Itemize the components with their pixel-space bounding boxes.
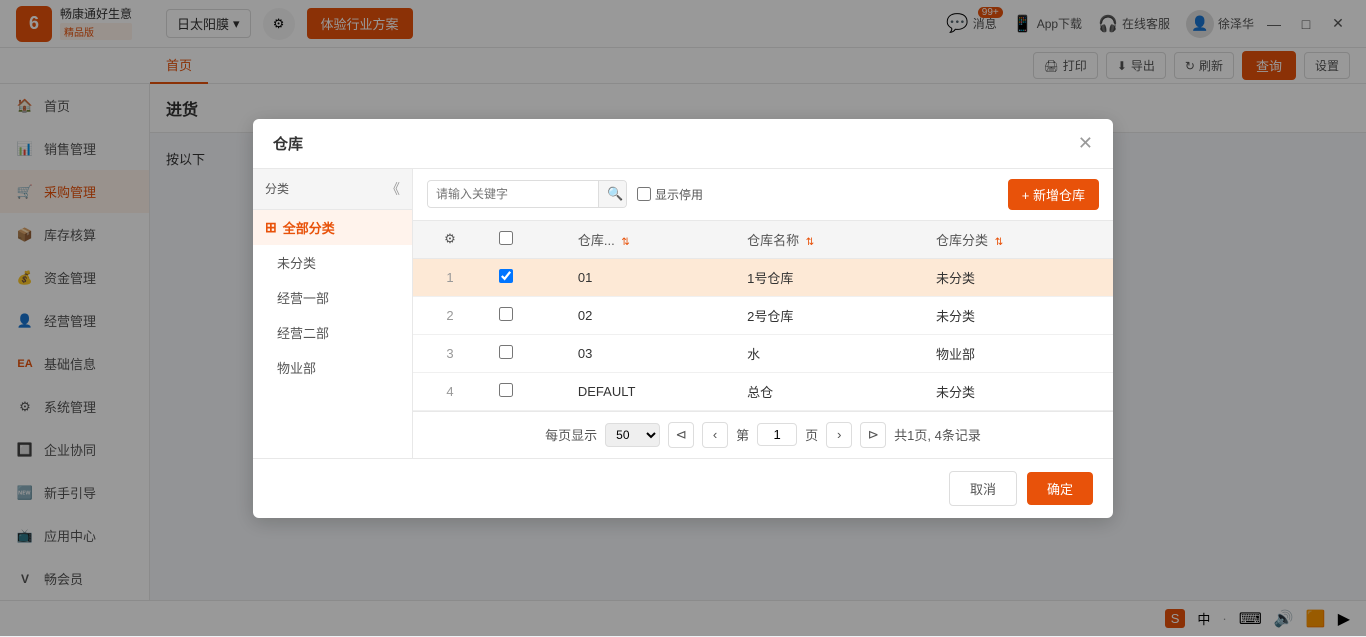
th-name: 仓库名称 ⇅ bbox=[735, 221, 924, 259]
table-header-row: ⚙ 仓库... ⇅ 仓库名称 ⇅ bbox=[413, 221, 1113, 259]
grid-icon: ⊞ bbox=[265, 219, 277, 236]
table-toolbar: 🔍 显示停用 + 新增仓库 bbox=[413, 169, 1113, 221]
row-num: 4 bbox=[413, 372, 487, 410]
row-num: 1 bbox=[413, 258, 487, 296]
select-all-checkbox[interactable] bbox=[499, 231, 513, 245]
category-item-property[interactable]: 物业部 bbox=[253, 350, 412, 385]
category-item-ops2[interactable]: 经营二部 bbox=[253, 315, 412, 350]
th-code: 仓库... ⇅ bbox=[566, 221, 735, 259]
pagination: 每页显示 50 100 200 ⊲ ‹ 第 页 › ⊳ 共1页, 4条记录 bbox=[413, 411, 1113, 458]
row-checkbox-cell bbox=[487, 296, 566, 334]
row-category: 未分类 bbox=[924, 372, 1113, 410]
warehouse-table: ⚙ 仓库... ⇅ 仓库名称 ⇅ bbox=[413, 221, 1113, 411]
row-code: 03 bbox=[566, 334, 735, 372]
page-number-input[interactable] bbox=[757, 423, 797, 446]
table-row[interactable]: 3 03 水 物业部 bbox=[413, 334, 1113, 372]
table-area: 🔍 显示停用 + 新增仓库 ⚙ bbox=[413, 169, 1113, 458]
show-disabled-option: 显示停用 bbox=[637, 186, 703, 203]
row-name: 总仓 bbox=[735, 372, 924, 410]
th-category: 仓库分类 ⇅ bbox=[924, 221, 1113, 259]
collapse-button[interactable]: 《 bbox=[386, 179, 400, 199]
row-checkbox[interactable] bbox=[499, 269, 513, 283]
row-checkbox-cell bbox=[487, 372, 566, 410]
category-item-ops1[interactable]: 经营一部 bbox=[253, 280, 412, 315]
th-settings: ⚙ bbox=[413, 221, 487, 259]
modal-header: 仓库 ✕ bbox=[253, 119, 1113, 169]
show-disabled-checkbox[interactable] bbox=[637, 187, 651, 201]
per-page-select[interactable]: 50 100 200 bbox=[605, 423, 660, 447]
add-warehouse-button[interactable]: + 新增仓库 bbox=[1008, 179, 1099, 210]
sort-code-icon: ⇅ bbox=[621, 237, 629, 248]
modal-body: 分类 《 ⊞ 全部分类 未分类 经营一部 经营二部 物业部 bbox=[253, 169, 1113, 458]
row-num: 2 bbox=[413, 296, 487, 334]
last-page-button[interactable]: ⊳ bbox=[860, 422, 886, 448]
table-row[interactable]: 2 02 2号仓库 未分类 bbox=[413, 296, 1113, 334]
row-name: 1号仓库 bbox=[735, 258, 924, 296]
row-name: 水 bbox=[735, 334, 924, 372]
category-header: 分类 《 bbox=[253, 169, 412, 210]
prev-page-button[interactable]: ‹ bbox=[702, 422, 728, 448]
row-checkbox[interactable] bbox=[499, 345, 513, 359]
cancel-button[interactable]: 取消 bbox=[949, 471, 1017, 506]
modal-title: 仓库 bbox=[273, 133, 303, 154]
row-code: 01 bbox=[566, 258, 735, 296]
row-category: 物业部 bbox=[924, 334, 1113, 372]
modal-close-button[interactable]: ✕ bbox=[1078, 133, 1093, 154]
search-icon[interactable]: 🔍 bbox=[598, 181, 627, 207]
row-name: 2号仓库 bbox=[735, 296, 924, 334]
table-body: 1 01 1号仓库 未分类 2 02 2号仓库 bbox=[413, 258, 1113, 410]
warehouse-modal: 仓库 ✕ 分类 《 ⊞ 全部分类 未分类 经营一部 bbox=[253, 119, 1113, 518]
sort-name-icon: ⇅ bbox=[806, 237, 814, 248]
first-page-button[interactable]: ⊲ bbox=[668, 422, 694, 448]
row-checkbox-cell bbox=[487, 334, 566, 372]
row-checkbox[interactable] bbox=[499, 383, 513, 397]
row-code: 02 bbox=[566, 296, 735, 334]
category-item-unclassified[interactable]: 未分类 bbox=[253, 245, 412, 280]
row-category: 未分类 bbox=[924, 258, 1113, 296]
next-page-button[interactable]: › bbox=[826, 422, 852, 448]
data-table: ⚙ 仓库... ⇅ 仓库名称 ⇅ bbox=[413, 221, 1113, 411]
table-row[interactable]: 4 DEFAULT 总仓 未分类 bbox=[413, 372, 1113, 410]
category-all[interactable]: ⊞ 全部分类 bbox=[253, 210, 412, 245]
row-checkbox-cell bbox=[487, 258, 566, 296]
search-box: 🔍 bbox=[427, 180, 627, 208]
row-category: 未分类 bbox=[924, 296, 1113, 334]
th-checkbox bbox=[487, 221, 566, 259]
confirm-button[interactable]: 确定 bbox=[1027, 472, 1093, 505]
category-sidebar: 分类 《 ⊞ 全部分类 未分类 经营一部 经营二部 物业部 bbox=[253, 169, 413, 458]
row-code: DEFAULT bbox=[566, 372, 735, 410]
modal-footer: 取消 确定 bbox=[253, 458, 1113, 518]
table-row[interactable]: 1 01 1号仓库 未分类 bbox=[413, 258, 1113, 296]
modal-overlay: 仓库 ✕ 分类 《 ⊞ 全部分类 未分类 经营一部 bbox=[0, 0, 1366, 636]
search-input[interactable] bbox=[428, 182, 598, 206]
sort-cat-icon: ⇅ bbox=[995, 237, 1003, 248]
row-num: 3 bbox=[413, 334, 487, 372]
row-checkbox[interactable] bbox=[499, 307, 513, 321]
